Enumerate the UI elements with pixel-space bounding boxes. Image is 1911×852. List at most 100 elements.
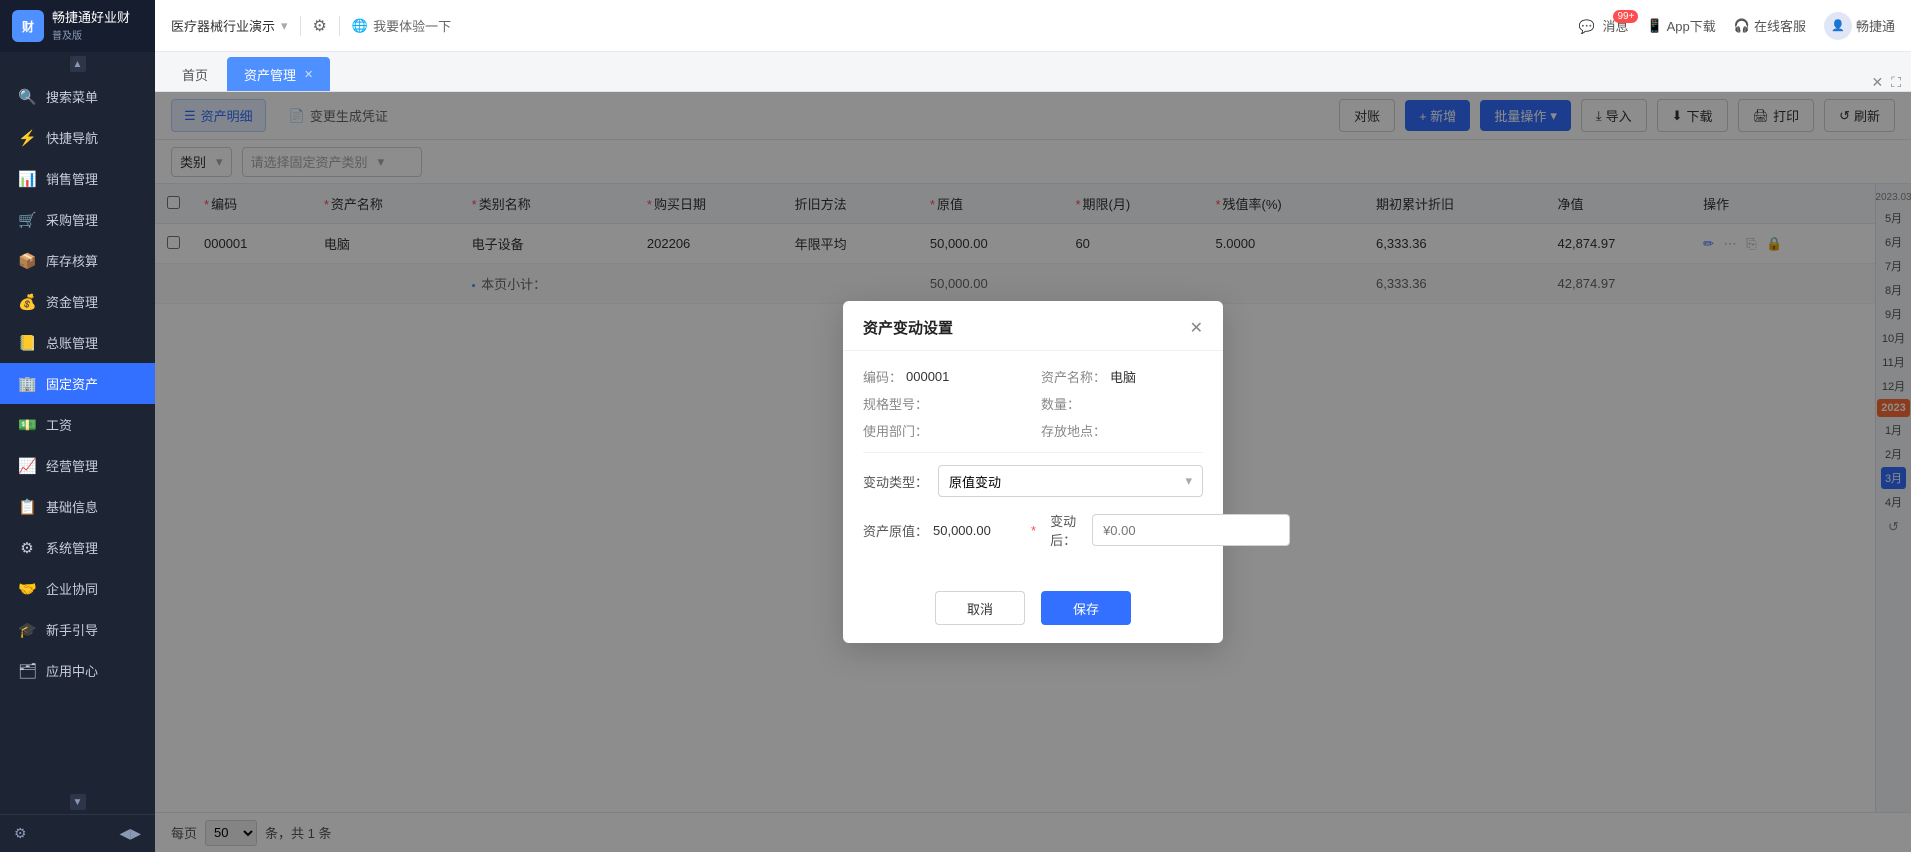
company-dropdown-icon: ▾ xyxy=(281,18,288,34)
app-center-icon: 🗂 xyxy=(18,662,36,680)
dialog-dept-label: 使用部门： xyxy=(863,421,928,440)
sidebar: 财 畅捷通好业财 普及版 ▲ 🔍 搜索菜单 ⚡ 快捷导航 📊 销售管理 🛒 采购… xyxy=(0,0,155,852)
dialog-header: 资产变动设置 ✕ xyxy=(843,301,1223,351)
dialog-body: 编码： 000001 资产名称： 电脑 规格型号： xyxy=(843,351,1223,579)
dialog-original-label: 资产原值： xyxy=(863,521,923,540)
tab-home[interactable]: 首页 xyxy=(165,57,225,91)
sidebar-item-sales[interactable]: 📊 销售管理 xyxy=(0,158,155,199)
dialog-change-type-select[interactable]: 原值变动 ▾ xyxy=(938,465,1203,497)
sales-icon: 📊 xyxy=(18,170,36,188)
dialog-original-value: 50,000.00 xyxy=(933,523,1013,538)
settings-icon[interactable]: ⚙ xyxy=(14,825,27,842)
dialog-row-code-name: 编码： 000001 资产名称： 电脑 xyxy=(863,367,1203,386)
sidebar-item-label: 销售管理 xyxy=(46,169,98,188)
cancel-btn[interactable]: 取消 xyxy=(935,591,1025,625)
app-name: 畅捷通好业财 xyxy=(52,10,130,27)
sidebar-bottom: ⚙ ◀▶ xyxy=(0,814,155,852)
phone-icon: 📱 xyxy=(1646,18,1662,34)
basic-info-icon: 📋 xyxy=(18,498,36,516)
sidebar-logo: 财 畅捷通好业财 普及版 xyxy=(0,0,155,52)
customer-service-btn[interactable]: 🎧 在线客服 xyxy=(1734,16,1806,35)
experience-icon: 🌐 xyxy=(352,18,368,34)
company-selector[interactable]: 医疗器械行业演示 ▾ xyxy=(171,16,288,35)
topbar: 医疗器械行业演示 ▾ ⚙ 🌐 我要体验一下 💬 消息 99+ 📱 App下载 🎧… xyxy=(155,0,1911,52)
ledger-icon: 📒 xyxy=(18,334,36,352)
sidebar-item-label: 应用中心 xyxy=(46,661,98,680)
messages-btn[interactable]: 💬 消息 99+ xyxy=(1579,16,1629,35)
tab-close-icon[interactable]: ✕ xyxy=(304,68,313,81)
dialog-value-row: 资产原值： 50,000.00 * 变动后： xyxy=(863,511,1203,549)
app-logo-icon: 财 xyxy=(12,10,44,42)
experience-label: 我要体验一下 xyxy=(373,16,451,35)
operations-icon: 📈 xyxy=(18,457,36,475)
modal-overlay: 资产变动设置 ✕ 编码： 000001 资产名称： 电脑 xyxy=(155,92,1911,852)
sidebar-item-fixed-assets[interactable]: 🏢 固定资产 xyxy=(0,363,155,404)
dialog-row-spec-qty: 规格型号： 数量： xyxy=(863,394,1203,413)
dialog-qty-item: 数量： xyxy=(1041,394,1203,413)
dialog-code-item: 编码： 000001 xyxy=(863,367,1025,386)
tab-asset-management[interactable]: 资产管理 ✕ xyxy=(227,57,330,91)
app-download-label: App下载 xyxy=(1667,16,1716,35)
inventory-icon: 📦 xyxy=(18,252,36,270)
tab-controls: ✕ ⛶ xyxy=(1871,74,1911,91)
sidebar-item-payroll[interactable]: 💵 工资 xyxy=(0,404,155,445)
sidebar-item-label: 快捷导航 xyxy=(46,128,98,147)
sidebar-item-label: 固定资产 xyxy=(46,374,98,393)
save-btn[interactable]: 保存 xyxy=(1041,591,1131,625)
dialog-dept-item: 使用部门： xyxy=(863,421,1025,440)
sidebar-item-label: 库存核算 xyxy=(46,251,98,270)
sidebar-item-tutorial[interactable]: 🎓 新手引导 xyxy=(0,609,155,650)
topbar-divider xyxy=(300,16,301,36)
sidebar-item-ledger[interactable]: 📒 总账管理 xyxy=(0,322,155,363)
tab-expand-icon[interactable]: ⛶ xyxy=(1891,74,1901,91)
sidebar-item-label: 基础信息 xyxy=(46,497,98,516)
sidebar-item-app-center[interactable]: 🗂 应用中心 xyxy=(0,650,155,691)
message-icon: 💬 xyxy=(1579,19,1595,34)
sidebar-item-label: 经营管理 xyxy=(46,456,98,475)
user-menu[interactable]: 👤 畅捷通 xyxy=(1824,12,1895,40)
sidebar-item-label: 企业协同 xyxy=(46,579,98,598)
dialog-change-type-value: 原值变动 xyxy=(949,472,1001,491)
experience-btn[interactable]: 🌐 我要体验一下 xyxy=(352,16,451,35)
service-label: 在线客服 xyxy=(1754,16,1806,35)
messages-badge: 99+ xyxy=(1613,10,1638,23)
sidebar-item-system[interactable]: ⚙ 系统管理 xyxy=(0,527,155,568)
content-area: ☰ 资产明细 📄 变更生成凭证 对账 + 新增 批量操作 ▾ xyxy=(155,92,1911,852)
sidebar-item-quick-nav[interactable]: ⚡ 快捷导航 xyxy=(0,117,155,158)
dialog-change-type-row: 变动类型： 原值变动 ▾ xyxy=(863,465,1203,497)
required-mark: * xyxy=(1031,523,1036,538)
company-name: 医疗器械行业演示 xyxy=(171,16,275,35)
scroll-down-btn[interactable]: ▼ xyxy=(70,794,86,810)
enterprise-icon: 🤝 xyxy=(18,580,36,598)
service-icon: 🎧 xyxy=(1734,18,1750,34)
dialog-footer: 取消 保存 xyxy=(843,579,1223,643)
sidebar-item-operations[interactable]: 📈 经营管理 xyxy=(0,445,155,486)
sidebar-item-enterprise[interactable]: 🤝 企业协同 xyxy=(0,568,155,609)
tutorial-icon: 🎓 xyxy=(18,621,36,639)
collapse-icon[interactable]: ◀▶ xyxy=(119,825,141,842)
scroll-up[interactable]: ▲ xyxy=(0,52,155,76)
app-download-btn[interactable]: 📱 App下载 xyxy=(1646,16,1715,35)
sidebar-item-label: 系统管理 xyxy=(46,538,98,557)
asset-change-dialog: 资产变动设置 ✕ 编码： 000001 资产名称： 电脑 xyxy=(843,301,1223,643)
tab-close-all-icon[interactable]: ✕ xyxy=(1871,74,1883,91)
main-area: 医疗器械行业演示 ▾ ⚙ 🌐 我要体验一下 💬 消息 99+ 📱 App下载 🎧… xyxy=(155,0,1911,852)
topbar-settings-icon[interactable]: ⚙ xyxy=(313,16,327,36)
dialog-title: 资产变动设置 xyxy=(863,317,953,338)
scroll-down[interactable]: ▼ xyxy=(0,790,155,814)
sidebar-item-label: 搜索菜单 xyxy=(46,87,98,106)
after-change-input[interactable] xyxy=(1092,514,1290,546)
sidebar-item-finance[interactable]: 💰 资金管理 xyxy=(0,281,155,322)
scroll-up-btn[interactable]: ▲ xyxy=(70,56,86,72)
sidebar-item-search[interactable]: 🔍 搜索菜单 xyxy=(0,76,155,117)
sidebar-item-purchase[interactable]: 🛒 采购管理 xyxy=(0,199,155,240)
fixed-assets-icon: 🏢 xyxy=(18,375,36,393)
system-icon: ⚙ xyxy=(18,539,36,557)
tabs-bar: 首页 资产管理 ✕ ✕ ⛶ xyxy=(155,52,1911,92)
topbar-right: 💬 消息 99+ 📱 App下载 🎧 在线客服 👤 畅捷通 xyxy=(1579,12,1895,40)
avatar: 👤 xyxy=(1824,12,1852,40)
change-type-dropdown-icon: ▾ xyxy=(1185,473,1192,489)
dialog-close-btn[interactable]: ✕ xyxy=(1190,318,1203,338)
sidebar-item-inventory[interactable]: 📦 库存核算 xyxy=(0,240,155,281)
sidebar-item-basic-info[interactable]: 📋 基础信息 xyxy=(0,486,155,527)
